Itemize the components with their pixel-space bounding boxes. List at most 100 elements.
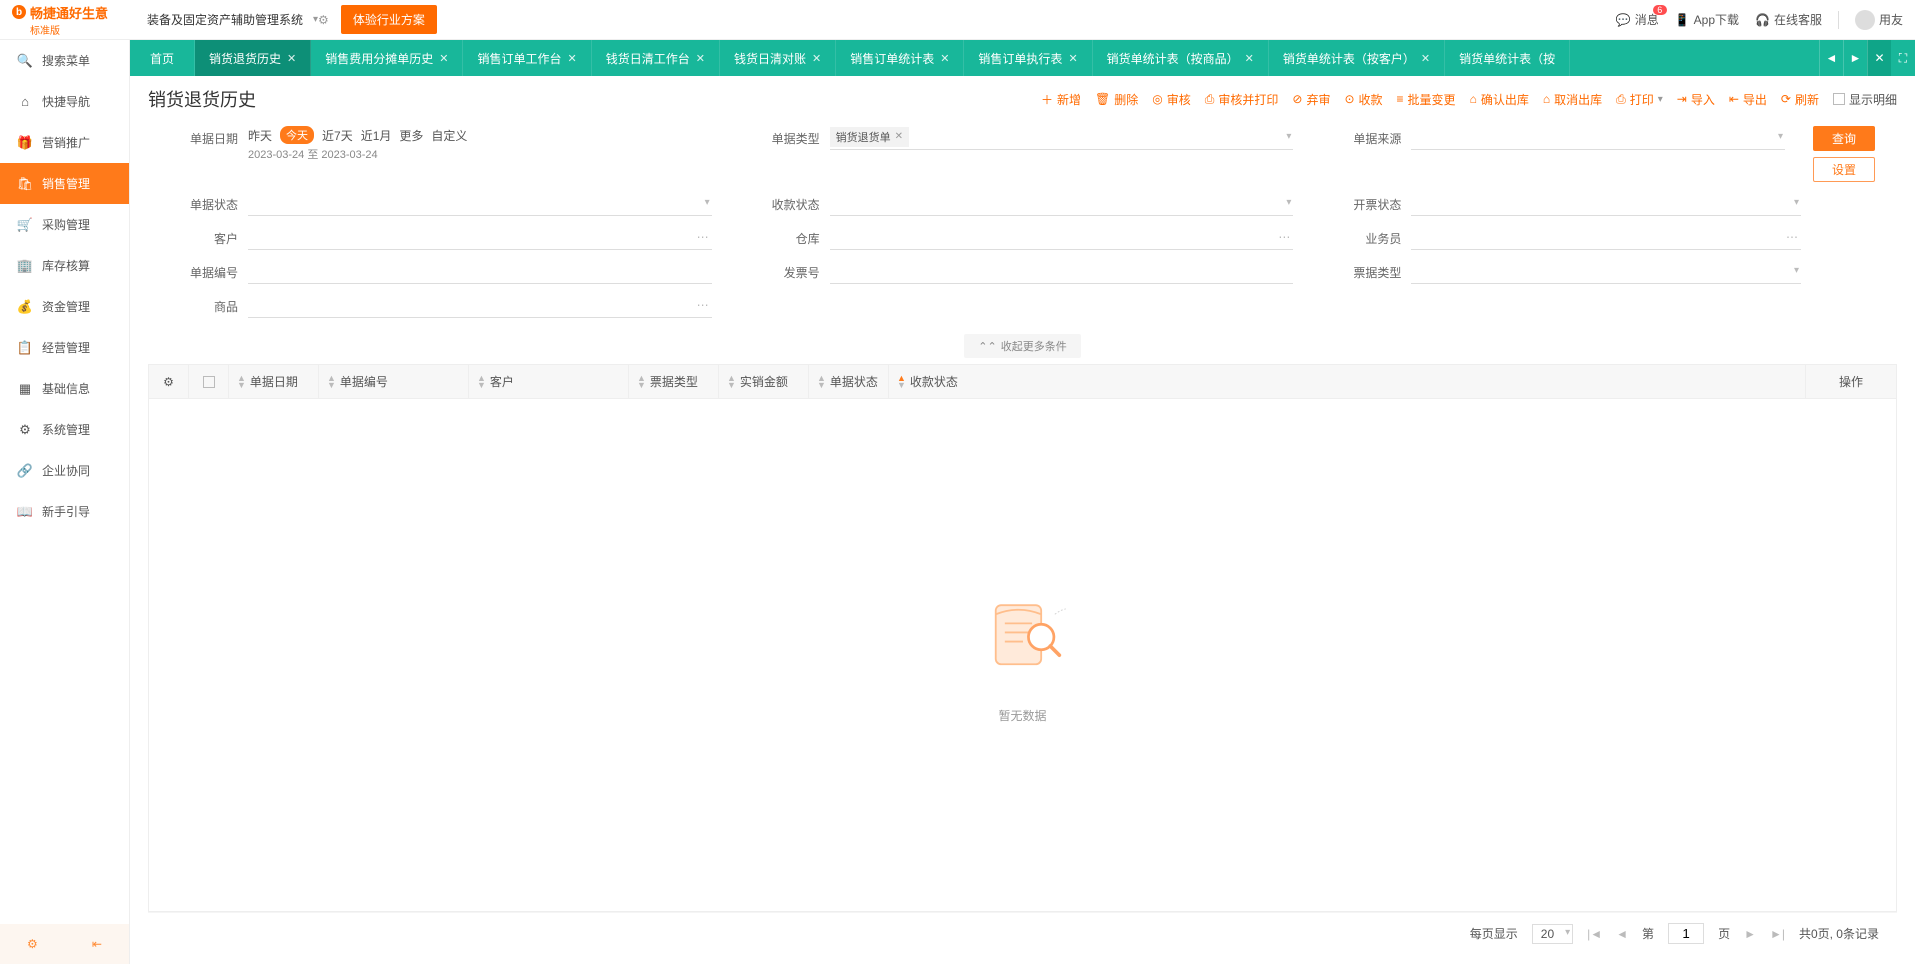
tab-close-icon[interactable]: ✕ bbox=[287, 52, 296, 65]
tab-10[interactable]: 销货单统计表（按 bbox=[1445, 40, 1570, 76]
tabs-close-all[interactable]: ✕ bbox=[1867, 40, 1891, 76]
show-detail-toggle[interactable]: 显示明细 bbox=[1833, 91, 1897, 108]
tab-3[interactable]: 销售订单工作台✕ bbox=[463, 40, 591, 76]
export-button[interactable]: ⇤导出 bbox=[1729, 91, 1767, 108]
more-icon[interactable]: ⋯ bbox=[1786, 230, 1799, 244]
sidebar-item-grid[interactable]: ▦基础信息 bbox=[0, 368, 129, 409]
receive-status-select[interactable]: ▾ bbox=[830, 192, 1294, 216]
col-receive-status[interactable]: ▲▼收款状态 bbox=[889, 365, 1806, 398]
tabs-scroll-right[interactable]: ► bbox=[1843, 40, 1867, 76]
tab-close-icon[interactable]: ✕ bbox=[1068, 52, 1077, 65]
cancel-out-button[interactable]: ⌂取消出库 bbox=[1543, 91, 1602, 108]
tab-9[interactable]: 销货单统计表（按客户）✕ bbox=[1269, 40, 1445, 76]
tab-8[interactable]: 销货单统计表（按商品）✕ bbox=[1093, 40, 1269, 76]
invoice-no-input[interactable] bbox=[830, 260, 1294, 284]
ticket-type-select[interactable]: ▾ bbox=[1411, 260, 1801, 284]
print-button[interactable]: ⎙打印▾ bbox=[1616, 91, 1663, 108]
chip-remove-icon[interactable]: ✕ bbox=[895, 131, 903, 142]
sidebar-item-money[interactable]: 💰资金管理 bbox=[0, 286, 129, 327]
col-ticket-type[interactable]: ▲▼票据类型 bbox=[629, 365, 719, 398]
sidebar-item-search[interactable]: 🔍搜索菜单 bbox=[0, 40, 129, 81]
sidebar-item-clipboard[interactable]: 📋经营管理 bbox=[0, 327, 129, 368]
tab-6[interactable]: 销售订单统计表✕ bbox=[836, 40, 964, 76]
last-page-button[interactable]: ►| bbox=[1770, 927, 1785, 941]
table-settings-header[interactable]: ⚙ bbox=[149, 365, 189, 398]
date-option-3[interactable]: 近1月 bbox=[361, 127, 392, 144]
sidebar-item-gear[interactable]: ⚙系统管理 bbox=[0, 409, 129, 450]
tabs-scroll-left[interactable]: ◄ bbox=[1819, 40, 1843, 76]
more-icon[interactable]: ⋯ bbox=[697, 298, 710, 312]
customer-input[interactable]: ⋯ bbox=[248, 226, 712, 250]
collapse-filters-button[interactable]: ⌃⌃ 收起更多条件 bbox=[964, 334, 1080, 358]
tab-close-icon[interactable]: ✕ bbox=[1421, 52, 1430, 65]
more-icon[interactable]: ⋯ bbox=[697, 230, 710, 244]
sidebar-item-stock[interactable]: 🏢库存核算 bbox=[0, 245, 129, 286]
sidebar-item-sale[interactable]: 🛍销售管理 bbox=[0, 163, 129, 204]
sidebar-collapse-icon[interactable]: ⇤ bbox=[92, 937, 102, 951]
col-customer[interactable]: ▲▼客户 bbox=[469, 365, 629, 398]
experience-industry-button[interactable]: 体验行业方案 bbox=[341, 5, 437, 34]
col-bill-no[interactable]: ▲▼单据编号 bbox=[319, 365, 469, 398]
audit-print-button[interactable]: ⎙审核并打印 bbox=[1205, 91, 1279, 108]
refresh-button[interactable]: ⟳刷新 bbox=[1781, 91, 1819, 108]
bill-status-select[interactable]: ▾ bbox=[248, 192, 712, 216]
tab-close-icon[interactable]: ✕ bbox=[1245, 52, 1254, 65]
sidebar-item-link[interactable]: 🔗企业协同 bbox=[0, 450, 129, 491]
invoice-status-select[interactable]: ▾ bbox=[1411, 192, 1801, 216]
bill-no-input[interactable] bbox=[248, 260, 712, 284]
goods-input[interactable]: ⋯ bbox=[248, 294, 712, 318]
bill-type-select[interactable]: 销货退货单✕ ▾ bbox=[830, 126, 1294, 150]
bill-date-control[interactable]: 昨天今天近7天近1月更多自定义 2023-03-24 至 2023-03-24 bbox=[248, 126, 712, 164]
page-size-select[interactable]: 20▾ bbox=[1532, 924, 1573, 944]
date-option-0[interactable]: 昨天 bbox=[248, 127, 272, 144]
tabs-fullscreen[interactable]: ⛶ bbox=[1891, 40, 1915, 76]
prev-page-button[interactable]: ◄ bbox=[1616, 927, 1628, 941]
online-service-button[interactable]: 🎧 在线客服 bbox=[1755, 11, 1822, 28]
app-download-button[interactable]: 📱 App下载 bbox=[1675, 11, 1739, 28]
import-button[interactable]: ⇥导入 bbox=[1677, 91, 1715, 108]
tab-7[interactable]: 销售订单执行表✕ bbox=[964, 40, 1092, 76]
col-bill-date[interactable]: ▲▼单据日期 bbox=[229, 365, 319, 398]
tab-close-icon[interactable]: ✕ bbox=[568, 52, 577, 65]
product-selector[interactable]: 装备及固定资产辅助管理系统 ▾ bbox=[147, 11, 318, 28]
tab-close-icon[interactable]: ✕ bbox=[812, 52, 821, 65]
sidebar-settings-icon[interactable]: ⚙ bbox=[27, 937, 38, 951]
batch-change-button[interactable]: ≡批量变更 bbox=[1397, 91, 1456, 108]
receive-button[interactable]: ⊙收款 bbox=[1344, 91, 1382, 108]
tab-5[interactable]: 钱货日清对账✕ bbox=[720, 40, 836, 76]
discard-button[interactable]: ⊘弃审 bbox=[1292, 91, 1330, 108]
tab-0[interactable]: 首页 bbox=[130, 40, 195, 76]
sidebar-item-cart[interactable]: 🛒采购管理 bbox=[0, 204, 129, 245]
warehouse-input[interactable]: ⋯ bbox=[830, 226, 1294, 250]
message-button[interactable]: 💬 消息 6 bbox=[1616, 11, 1659, 28]
query-button[interactable]: 查询 bbox=[1813, 126, 1875, 151]
user-menu[interactable]: 用友 bbox=[1855, 10, 1903, 30]
confirm-out-button[interactable]: ⌂确认出库 bbox=[1470, 91, 1529, 108]
product-settings-icon[interactable]: ⚙ bbox=[318, 13, 329, 27]
sidebar-item-nav[interactable]: ⌂快捷导航 bbox=[0, 81, 129, 122]
add-button[interactable]: ＋新增 bbox=[1041, 91, 1081, 108]
sidebar-item-gift[interactable]: 🎁营销推广 bbox=[0, 122, 129, 163]
delete-button[interactable]: 🗑删除 bbox=[1095, 91, 1138, 108]
date-option-1[interactable]: 今天 bbox=[280, 126, 314, 144]
first-page-button[interactable]: |◄ bbox=[1587, 927, 1602, 941]
sidebar-item-book[interactable]: 📖新手引导 bbox=[0, 491, 129, 532]
col-amount[interactable]: ▲▼实销金额 bbox=[719, 365, 809, 398]
date-option-2[interactable]: 近7天 bbox=[322, 127, 353, 144]
date-option-4[interactable]: 更多 bbox=[399, 127, 423, 144]
bill-source-select[interactable]: ▾ bbox=[1411, 126, 1785, 150]
date-option-5[interactable]: 自定义 bbox=[431, 127, 467, 144]
tab-close-icon[interactable]: ✕ bbox=[696, 52, 705, 65]
bill-type-chip[interactable]: 销货退货单✕ bbox=[830, 127, 909, 147]
tab-2[interactable]: 销售费用分摊单历史✕ bbox=[311, 40, 463, 76]
col-bill-status[interactable]: ▲▼单据状态 bbox=[809, 365, 889, 398]
tab-4[interactable]: 钱货日清工作台✕ bbox=[592, 40, 720, 76]
tab-1[interactable]: 销货退货历史✕ bbox=[195, 40, 311, 76]
salesman-input[interactable]: ⋯ bbox=[1411, 226, 1801, 250]
tab-close-icon[interactable]: ✕ bbox=[439, 52, 448, 65]
more-icon[interactable]: ⋯ bbox=[1278, 230, 1291, 244]
next-page-button[interactable]: ► bbox=[1744, 927, 1756, 941]
table-select-all[interactable] bbox=[189, 365, 229, 398]
audit-button[interactable]: ◎审核 bbox=[1152, 91, 1191, 108]
page-number-input[interactable] bbox=[1668, 923, 1704, 944]
